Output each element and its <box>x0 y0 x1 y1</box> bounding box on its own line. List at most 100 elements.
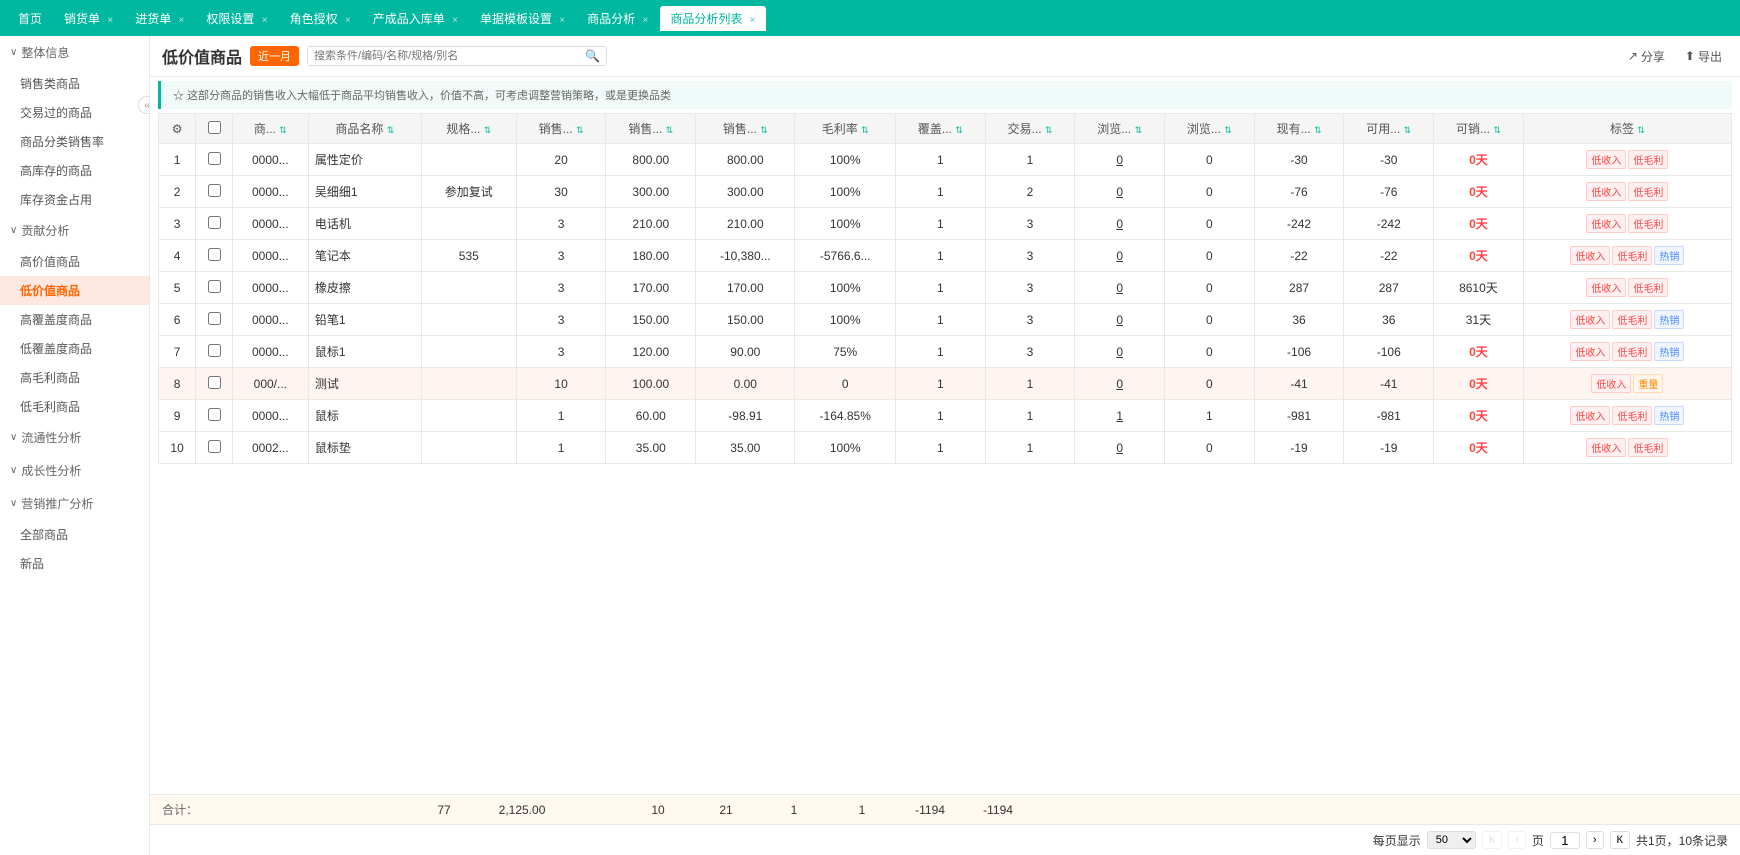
sidebar-item-all-products[interactable]: 全部商品 <box>0 520 149 549</box>
close-product-entry-icon[interactable]: × <box>452 15 458 26</box>
sidebar-item-stock-capital[interactable]: 库存资金占用 <box>0 185 149 214</box>
col-code[interactable]: 商... ⇅ <box>232 114 308 144</box>
filter-period-btn[interactable]: 近一月 <box>250 46 299 66</box>
row-checkbox[interactable] <box>208 344 221 357</box>
close-roles-icon[interactable]: × <box>345 15 351 26</box>
col-margin[interactable]: 毛利率 ⇅ <box>795 114 895 144</box>
close-template-icon[interactable]: × <box>559 15 565 26</box>
close-analysis-list-icon[interactable]: × <box>750 15 756 26</box>
sidebar-item-high-margin[interactable]: 高毛利商品 <box>0 363 149 392</box>
col-settings[interactable]: ⚙ <box>159 114 196 144</box>
saleable-days: 0天 <box>1469 185 1488 199</box>
col-checkbox[interactable] <box>196 114 233 144</box>
nav-roles[interactable]: 角色授权 × <box>280 6 361 31</box>
row-tags: 低收入重量 <box>1523 368 1731 400</box>
sidebar-item-traded[interactable]: 交易过的商品 <box>0 98 149 127</box>
sidebar-item-low-coverage[interactable]: 低覆盖度商品 <box>0 334 149 363</box>
col-stock[interactable]: 现有... ⇅ <box>1254 114 1344 144</box>
sidebar-item-sales-category[interactable]: 销售类商品 <box>0 69 149 98</box>
col-avail[interactable]: 可用... ⇅ <box>1344 114 1434 144</box>
row-stock: -242 <box>1254 208 1344 240</box>
row-saleable: 0天 <box>1434 400 1524 432</box>
sidebar-group-circulation[interactable]: ∨流通性分析 <box>0 421 149 454</box>
row-checkbox-cell[interactable] <box>196 368 233 400</box>
col-tags[interactable]: 标签 ⇅ <box>1523 114 1731 144</box>
row-checkbox[interactable] <box>208 248 221 261</box>
sidebar-item-low-value[interactable]: 低价值商品 <box>0 276 149 305</box>
sidebar-item-high-value[interactable]: 高价值商品 <box>0 247 149 276</box>
row-avail: 287 <box>1344 272 1434 304</box>
close-analysis-icon[interactable]: × <box>642 15 648 26</box>
col-trade[interactable]: 交易... ⇅ <box>985 114 1075 144</box>
col-qty[interactable]: 销售... ⇅ <box>516 114 606 144</box>
row-checkbox-cell[interactable] <box>196 336 233 368</box>
row-checkbox-cell[interactable] <box>196 240 233 272</box>
select-all-checkbox[interactable] <box>208 121 221 134</box>
nav-analysis[interactable]: 商品分析 × <box>577 6 658 31</box>
row-checkbox[interactable] <box>208 216 221 229</box>
sidebar-collapse-btn[interactable]: « <box>138 96 150 114</box>
sort-code-icon: ⇅ <box>279 125 287 135</box>
row-browse1[interactable]: 1 <box>1075 400 1165 432</box>
row-spec <box>421 272 516 304</box>
table-container[interactable]: ⚙ 商... ⇅ 商品名称 ⇅ 规格... ⇅ 销售... ⇅ 销售... ⇅ … <box>150 113 1740 794</box>
col-price[interactable]: 销售... ⇅ <box>606 114 696 144</box>
sidebar-group-overall[interactable]: ∨整体信息 <box>0 36 149 69</box>
col-saleable[interactable]: 可销... ⇅ <box>1434 114 1524 144</box>
row-checkbox[interactable] <box>208 152 221 165</box>
content-header: 低价值商品 近一月 🔍 ↗ 分享 ⬆ 导出 <box>150 36 1740 77</box>
per-page-select[interactable]: 50 20 100 <box>1427 831 1476 849</box>
nav-template[interactable]: 单据模板设置 × <box>470 6 575 31</box>
col-browse1[interactable]: 浏览... ⇅ <box>1075 114 1165 144</box>
row-checkbox-cell[interactable] <box>196 144 233 176</box>
tag: 低收入 <box>1586 438 1626 457</box>
sidebar-item-high-stock[interactable]: 高库存的商品 <box>0 156 149 185</box>
row-checkbox[interactable] <box>208 184 221 197</box>
sidebar-group-growth[interactable]: ∨成长性分析 <box>0 454 149 487</box>
sidebar-item-high-coverage[interactable]: 高覆盖度商品 <box>0 305 149 334</box>
col-browse2[interactable]: 浏览... ⇅ <box>1165 114 1255 144</box>
row-checkbox-cell[interactable] <box>196 432 233 464</box>
search-input[interactable] <box>314 50 581 62</box>
row-checkbox[interactable] <box>208 280 221 293</box>
sidebar-group-contribution[interactable]: ∨贡献分析 <box>0 214 149 247</box>
row-no: 1 <box>159 144 196 176</box>
row-tags: 低收入低毛利 <box>1523 272 1731 304</box>
row-margin: 100% <box>795 208 895 240</box>
next-page-btn[interactable]: › <box>1586 831 1604 849</box>
first-page-btn[interactable]: К <box>1482 831 1502 849</box>
sidebar-item-new-products[interactable]: 新品 <box>0 549 149 578</box>
last-page-btn[interactable]: К <box>1610 831 1630 849</box>
row-coverage: 1 <box>895 432 985 464</box>
nav-home[interactable]: 首页 <box>8 6 52 31</box>
nav-product-entry[interactable]: 产成品入库单 × <box>363 6 468 31</box>
row-checkbox-cell[interactable] <box>196 400 233 432</box>
search-icon[interactable]: 🔍 <box>585 49 600 63</box>
close-permissions-icon[interactable]: × <box>262 15 268 26</box>
sidebar-group-marketing[interactable]: ∨营销推广分析 <box>0 487 149 520</box>
row-checkbox[interactable] <box>208 440 221 453</box>
sidebar-item-category-rate[interactable]: 商品分类销售率 <box>0 127 149 156</box>
col-name[interactable]: 商品名称 ⇅ <box>308 114 421 144</box>
nav-analysis-list[interactable]: 商品分析列表 × <box>660 6 765 31</box>
row-checkbox[interactable] <box>208 408 221 421</box>
export-btn[interactable]: ⬆ 导出 <box>1679 46 1728 67</box>
nav-purchase[interactable]: 进货单 × <box>125 6 194 31</box>
prev-page-btn[interactable]: ‹ <box>1508 831 1526 849</box>
col-coverage[interactable]: 覆盖... ⇅ <box>895 114 985 144</box>
sidebar-item-low-margin[interactable]: 低毛利商品 <box>0 392 149 421</box>
page-input[interactable] <box>1550 832 1580 849</box>
row-checkbox[interactable] <box>208 312 221 325</box>
col-amount[interactable]: 销售... ⇅ <box>696 114 795 144</box>
row-checkbox-cell[interactable] <box>196 208 233 240</box>
row-checkbox-cell[interactable] <box>196 272 233 304</box>
nav-sales[interactable]: 销货单 × <box>54 6 123 31</box>
row-checkbox[interactable] <box>208 376 221 389</box>
row-checkbox-cell[interactable] <box>196 176 233 208</box>
close-purchase-icon[interactable]: × <box>179 15 185 26</box>
nav-permissions[interactable]: 权限设置 × <box>196 6 277 31</box>
row-checkbox-cell[interactable] <box>196 304 233 336</box>
col-spec[interactable]: 规格... ⇅ <box>421 114 516 144</box>
share-btn[interactable]: ↗ 分享 <box>1622 46 1671 67</box>
close-sales-icon[interactable]: × <box>107 15 113 26</box>
